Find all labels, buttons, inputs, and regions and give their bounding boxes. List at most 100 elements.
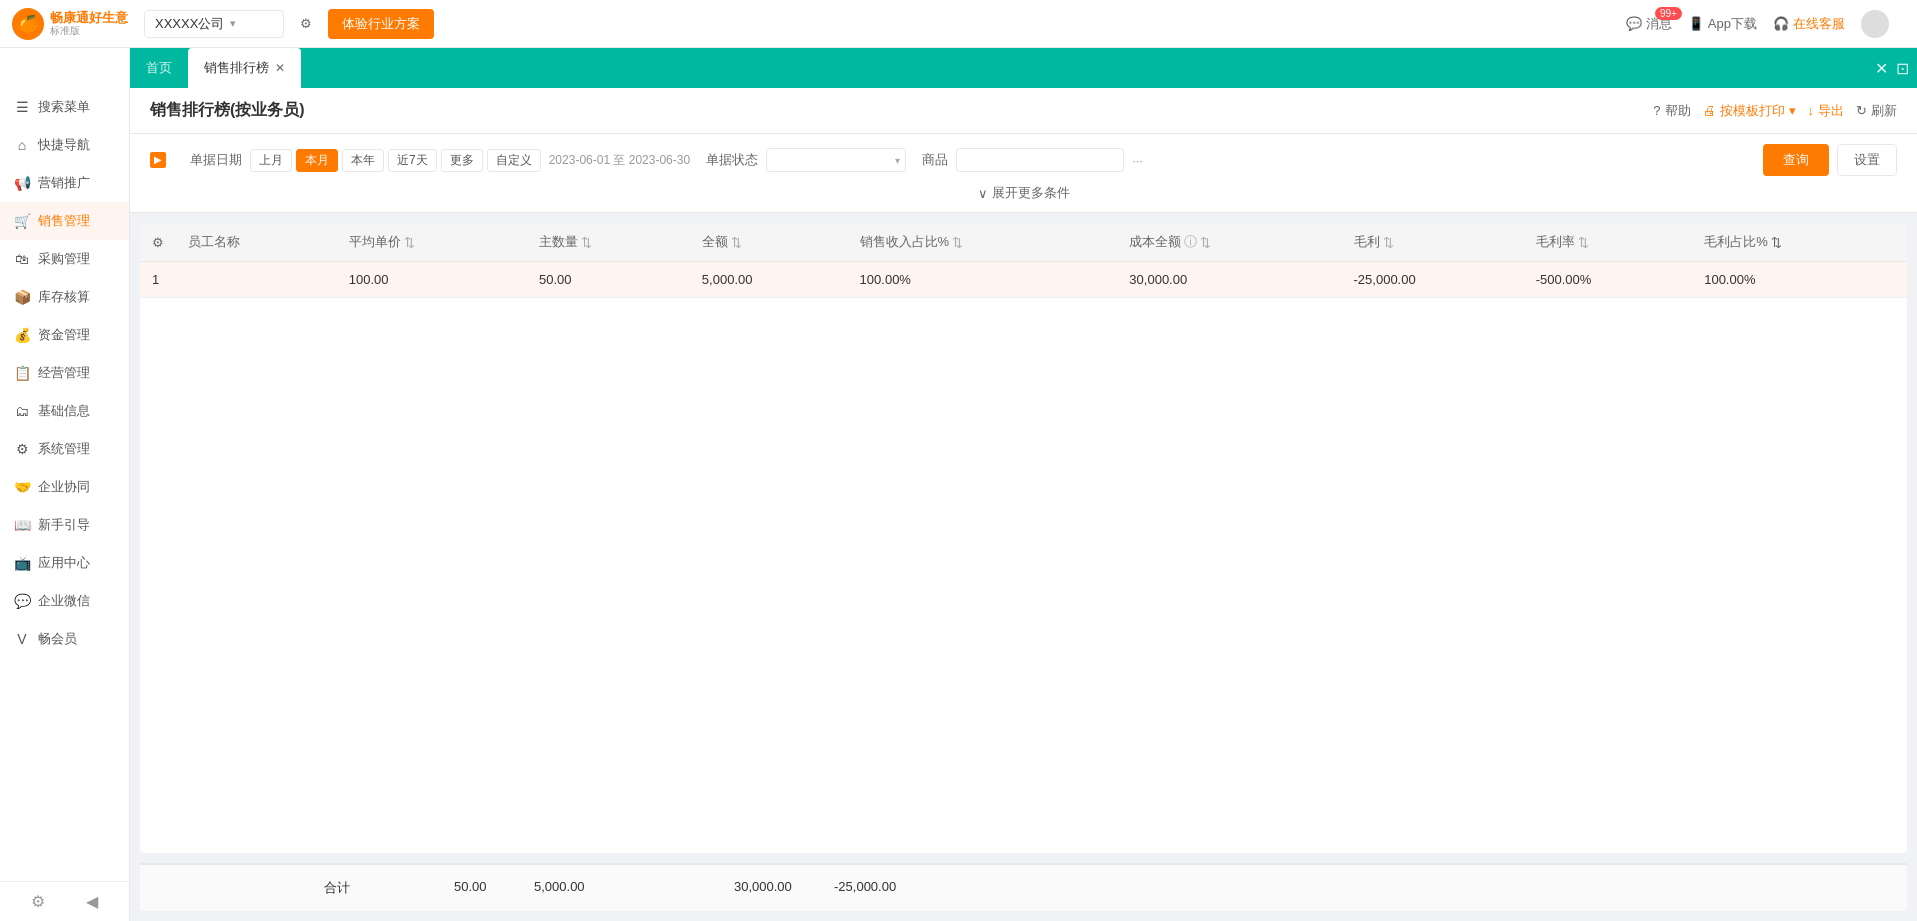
top-bar: 🍊 畅康通好生意 标准版 XXXXX公司 ▾ ⚙ 体验行业方案 💬 消息 99+… xyxy=(0,0,1917,48)
sidebar-item-inventory[interactable]: 📦 库存核算 xyxy=(0,278,129,316)
sidebar-item-ops[interactable]: 📋 经营管理 xyxy=(0,354,129,392)
th-avg-price-label[interactable]: 平均单价⇅ xyxy=(349,233,415,251)
logo-title: 畅康通好生意 xyxy=(50,10,128,26)
date-btn-7days[interactable]: 近7天 xyxy=(388,149,437,172)
sidebar-label-guide: 新手引导 xyxy=(38,516,90,534)
sidebar-label-appcenter: 应用中心 xyxy=(38,554,90,572)
sidebar-item-sys[interactable]: ⚙ 系统管理 xyxy=(0,430,129,468)
date-btn-custom[interactable]: 自定义 xyxy=(487,149,541,172)
sidebar-label-inventory: 库存核算 xyxy=(38,288,90,306)
sort-gross-icon: ⇅ xyxy=(1383,235,1394,250)
sidebar-item-member[interactable]: V 畅会员 xyxy=(0,620,129,658)
th-qty-label[interactable]: 主数量⇅ xyxy=(539,233,592,251)
app-download-label: App下载 xyxy=(1708,15,1757,33)
search-icon: ☰ xyxy=(14,99,30,115)
sidebar-label-sys: 系统管理 xyxy=(38,440,90,458)
goods-input[interactable] xyxy=(956,148,1124,172)
th-cost: 成本全额 ⓘ⇅ xyxy=(1117,223,1341,262)
print-button[interactable]: 🖨 按模板打印 ▾ xyxy=(1703,102,1796,120)
status-select[interactable] xyxy=(766,148,906,172)
goods-more-icon[interactable]: ··· xyxy=(1132,153,1143,168)
tab-bar-actions: ✕ ⊡ xyxy=(1875,59,1917,78)
cell-rank: 1 xyxy=(140,262,176,298)
sidebar-item-search-order[interactable]: ☰ 搜索菜单 xyxy=(0,88,129,126)
date-btn-this-month[interactable]: 本月 xyxy=(296,149,338,172)
tab-close-icon[interactable]: ✕ xyxy=(275,61,285,75)
th-sales-pct-label[interactable]: 销售收入占比%⇅ xyxy=(860,233,964,251)
sidebar-item-basic[interactable]: 🗂 基础信息 xyxy=(0,392,129,430)
query-button[interactable]: 查询 xyxy=(1763,144,1829,176)
cell-cost: 30,000.00 xyxy=(1117,262,1341,298)
tab-home[interactable]: 首页 xyxy=(130,48,188,88)
sidebar-item-guide[interactable]: 📖 新手引导 xyxy=(0,506,129,544)
top-bar-right: 💬 消息 99+ 📱 App下载 🎧 在线客服 xyxy=(1626,10,1905,38)
app-download-button[interactable]: 📱 App下载 xyxy=(1688,15,1757,33)
th-gross-rate-label[interactable]: 毛利率⇅ xyxy=(1536,233,1589,251)
tab-sales-rank[interactable]: 销售排行榜 ✕ xyxy=(188,48,301,88)
page-actions: ? 帮助 🖨 按模板打印 ▾ ↓ 导出 ↻ 刷新 xyxy=(1653,102,1897,120)
refresh-button[interactable]: ↻ 刷新 xyxy=(1856,102,1897,120)
member-icon: V xyxy=(14,631,30,647)
company-selector[interactable]: XXXXX公司 ▾ xyxy=(144,10,284,38)
date-btn-last-month[interactable]: 上月 xyxy=(250,149,292,172)
inventory-icon: 📦 xyxy=(14,289,30,305)
sort-avg-price-icon: ⇅ xyxy=(404,235,415,250)
logo-icon: 🍊 xyxy=(12,8,44,40)
settings-icon[interactable]: ⚙ xyxy=(292,10,320,38)
filter-row: ▶ 单据日期 上月 本月 本年 近7天 更多 自定义 2023-06-01 至 … xyxy=(150,144,1897,176)
wechat-icon: 💬 xyxy=(14,593,30,609)
trial-button[interactable]: 体验行业方案 xyxy=(328,9,434,39)
th-gross-pct: 毛利占比% ⇅ xyxy=(1692,223,1907,262)
sidebar-settings-icon[interactable]: ⚙ xyxy=(31,892,45,911)
notif-badge: 99+ xyxy=(1655,7,1682,20)
sidebar-item-appcenter[interactable]: 📺 应用中心 xyxy=(0,544,129,582)
notification-button[interactable]: 💬 消息 99+ xyxy=(1626,15,1672,33)
sidebar-item-sales[interactable]: 🛒 销售管理 xyxy=(0,202,129,240)
status-filter: 单据状态 xyxy=(706,148,906,172)
sidebar-item-wechat[interactable]: 💬 企业微信 xyxy=(0,582,129,620)
sidebar-item-purchase[interactable]: 🛍 采购管理 xyxy=(0,240,129,278)
th-cost-label[interactable]: 成本全额 ⓘ⇅ xyxy=(1129,233,1211,251)
filter-collapse-icon[interactable]: ▶ xyxy=(150,152,166,168)
help-button[interactable]: ? 帮助 xyxy=(1653,102,1690,120)
sidebar-label-member: 畅会员 xyxy=(38,630,77,648)
table-row: 1 100.00 50.00 5,000.00 100.00% 30,000.0… xyxy=(140,262,1907,298)
data-table: ⚙ 员工名称 平均单价⇅ 主数量⇅ 全额⇅ 销售收入占比%⇅ 成本全额 ⓘ⇅ 毛… xyxy=(140,223,1907,298)
sidebar: ☰ 搜索菜单 ⌂ 快捷导航 📢 营销推广 🛒 销售管理 🛍 采购管理 📦 库 xyxy=(0,48,130,921)
sidebar-label-marketing: 营销推广 xyxy=(38,174,90,192)
table-footer: 合计 50.00 5,000.00 30,000.00 -25,000.00 xyxy=(140,863,1907,911)
sidebar-label-search: 搜索菜单 xyxy=(38,98,90,116)
th-gross-pct-label[interactable]: 毛利占比% ⇅ xyxy=(1704,233,1782,251)
online-service-button[interactable]: 🎧 在线客服 xyxy=(1773,15,1845,33)
sidebar-item-marketing[interactable]: 📢 营销推广 xyxy=(0,164,129,202)
cell-gross-pct: 100.00% xyxy=(1692,262,1907,298)
th-amount-label[interactable]: 全额⇅ xyxy=(702,233,742,251)
headset-icon: 🎧 xyxy=(1773,16,1789,31)
footer-cost: 30,000.00 xyxy=(722,875,822,901)
sidebar-label-wechat: 企业微信 xyxy=(38,592,90,610)
sidebar-collapse-icon[interactable]: ◀ xyxy=(86,892,98,911)
avatar[interactable] xyxy=(1861,10,1889,38)
sys-icon: ⚙ xyxy=(14,441,30,457)
th-settings[interactable]: ⚙ xyxy=(140,223,176,262)
export-label: 导出 xyxy=(1818,102,1844,120)
main-area: ☰ 搜索菜单 ⌂ 快捷导航 📢 营销推广 🛒 销售管理 🛍 采购管理 📦 库 xyxy=(0,48,1917,921)
sidebar-item-quick-nav[interactable]: ⌂ 快捷导航 xyxy=(0,126,129,164)
export-button[interactable]: ↓ 导出 xyxy=(1808,102,1845,120)
sidebar-item-fund[interactable]: 💰 资金管理 xyxy=(0,316,129,354)
th-gross-label[interactable]: 毛利⇅ xyxy=(1354,233,1394,251)
th-amount: 全额⇅ xyxy=(690,223,848,262)
print-icon: 🖨 xyxy=(1703,103,1716,118)
tab-close-all-icon[interactable]: ✕ xyxy=(1875,59,1888,78)
date-btn-this-year[interactable]: 本年 xyxy=(342,149,384,172)
filter-settings-button[interactable]: 设置 xyxy=(1837,144,1897,176)
tab-maximize-icon[interactable]: ⊡ xyxy=(1896,59,1909,78)
date-btn-more[interactable]: 更多 xyxy=(441,149,483,172)
sort-gross-rate-icon: ⇅ xyxy=(1578,235,1589,250)
cell-qty: 50.00 xyxy=(527,262,690,298)
tab-bar: 首页 销售排行榜 ✕ ✕ ⊡ xyxy=(130,48,1917,88)
sidebar-item-enterprise[interactable]: 🤝 企业协同 xyxy=(0,468,129,506)
goods-filter: 商品 ··· xyxy=(922,148,1143,172)
sidebar-label-sales: 销售管理 xyxy=(38,212,90,230)
expand-more-button[interactable]: ∨ 展开更多条件 xyxy=(978,184,1070,202)
